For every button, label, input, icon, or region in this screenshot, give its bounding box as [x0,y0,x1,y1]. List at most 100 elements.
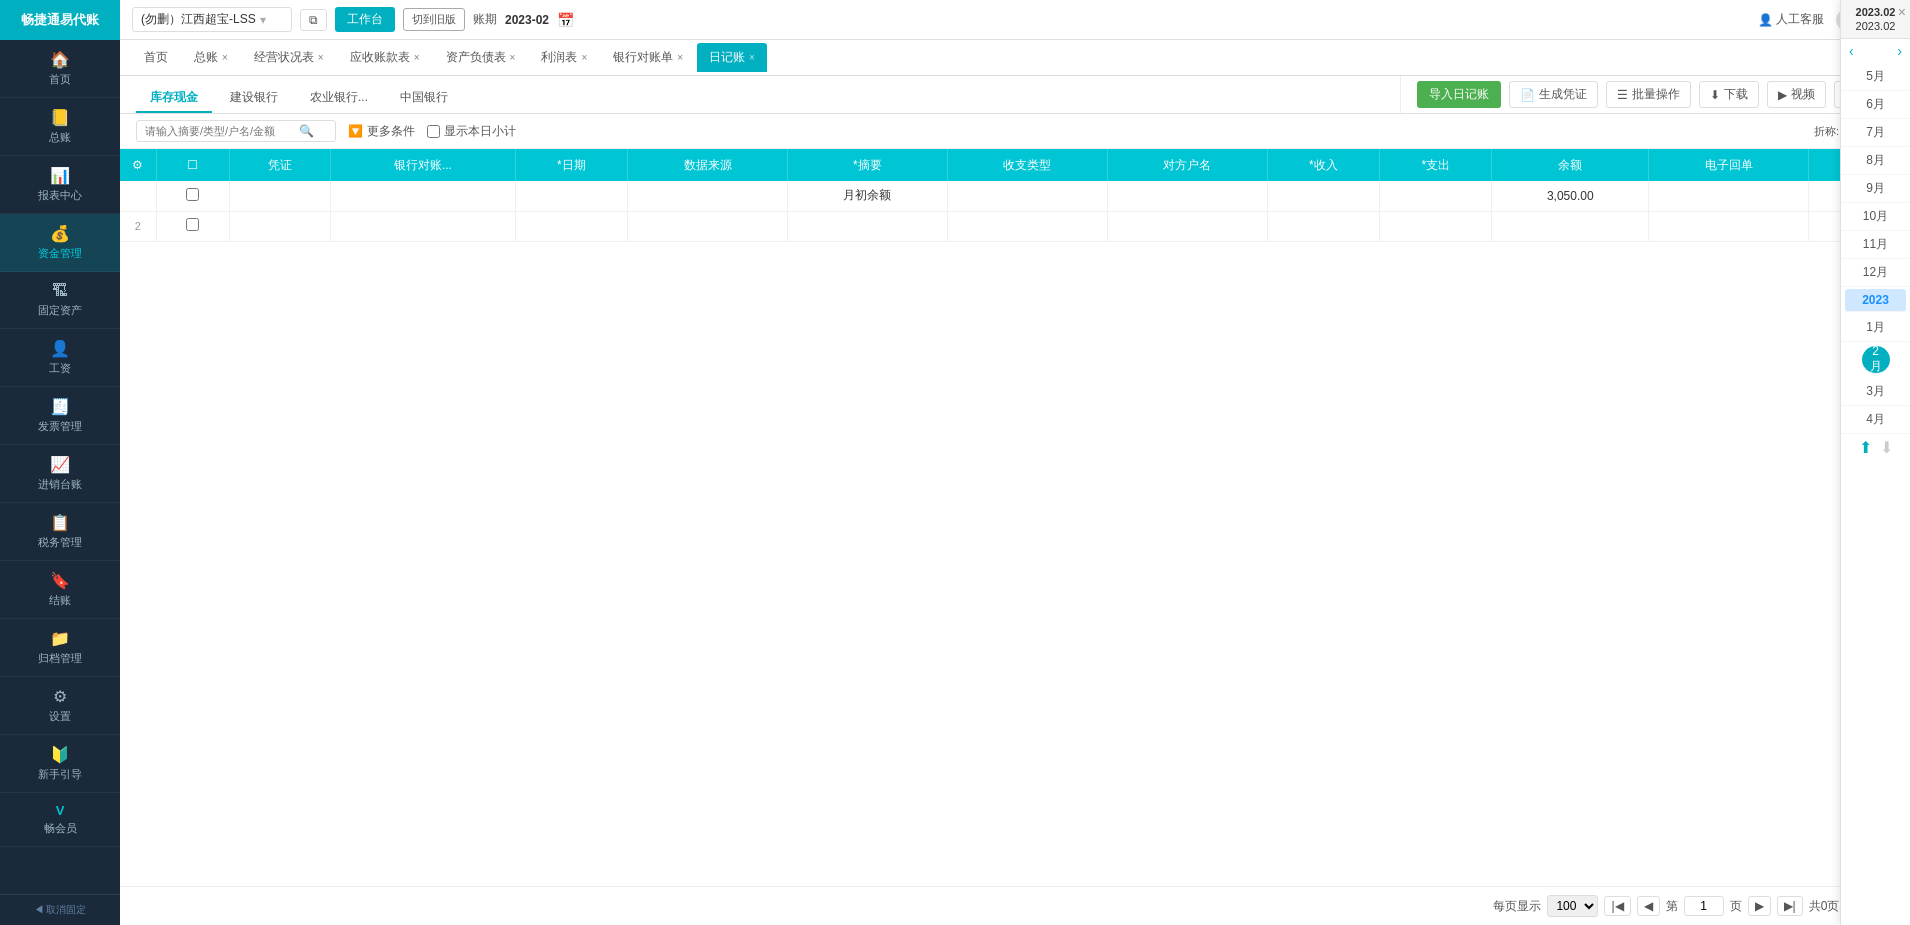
tab-balance-sheet-close[interactable]: × [510,52,516,63]
sidebar-item-archive[interactable]: 📁 归档管理 [0,619,120,677]
more-conditions-btn[interactable]: 🔽 更多条件 [348,123,415,140]
prev-year-btn[interactable]: ‹ [1849,43,1854,59]
filter-bar: 🔍 🔽 更多条件 显示本日小计 折称: 人民币 [120,114,1910,149]
scroll-up-btn[interactable]: ⬆ [1859,438,1872,457]
tab-home-label: 首页 [144,49,168,66]
month-4[interactable]: 4月 [1841,406,1910,434]
sidebar-item-assets[interactable]: 🏗 固定资产 [0,272,120,329]
bank-tab-cash[interactable]: 库存现金 [136,84,212,113]
sidebar-item-closing[interactable]: 🔖 结账 [0,561,120,619]
tab-profit-close[interactable]: × [581,52,587,63]
sidebar-item-assets-label: 固定资产 [38,303,82,318]
sidebar-item-guide-label: 新手引导 [38,767,82,782]
sidebar-item-member-label: 畅会员 [44,821,77,836]
next-year-btn[interactable]: › [1897,43,1902,59]
scroll-down-btn[interactable]: ⬇ [1880,438,1893,457]
download-btn[interactable]: ⬇ 下载 [1699,81,1759,108]
tab-receivable[interactable]: 应收账款表 × [338,43,432,72]
worktable-btn[interactable]: 工作台 [335,7,395,32]
tab-receivable-close[interactable]: × [414,52,420,63]
video-btn[interactable]: ▶ 视频 [1767,81,1826,108]
month-8[interactable]: 8月 [1841,147,1910,175]
sidebar-item-sales[interactable]: 📈 进销台账 [0,445,120,503]
sidebar-item-member[interactable]: V 畅会员 [0,793,120,847]
per-page-select[interactable]: 100 20 50 200 [1547,895,1598,917]
row1-checkbox[interactable] [156,181,230,211]
currency-label: 折称: [1814,124,1839,139]
filter-icon: 🔽 [348,124,363,138]
sidebar-collapse-btn[interactable]: ◀ 取消固定 [0,894,120,925]
row2-balance [1492,211,1649,241]
tab-business-label: 经营状况表 [254,49,314,66]
tab-ledger-close[interactable]: × [222,52,228,63]
row1-date [515,181,627,211]
row1-check[interactable] [186,188,199,201]
month-1[interactable]: 1月 [1841,314,1910,342]
sidebar-item-settings[interactable]: ⚙ 设置 [0,677,120,735]
row2-counterpart [1107,211,1267,241]
tab-business-close[interactable]: × [318,52,324,63]
tab-ledger[interactable]: 总账 × [182,43,240,72]
calendar-icon[interactable]: 📅 [557,12,574,28]
row2-checkbox[interactable] [156,211,230,241]
month-12[interactable]: 12月 [1841,259,1910,287]
toolbar: 导入日记账 📄 生成凭证 ☰ 批量操作 ⬇ 下载 ▶ 视频 [1400,76,1910,113]
sidebar-item-ledger-label: 总账 [49,130,71,145]
bank-tab-china[interactable]: 中国银行 [386,84,462,113]
month-11[interactable]: 11月 [1841,231,1910,259]
month-3[interactable]: 3月 [1841,378,1910,406]
last-page-btn[interactable]: ▶| [1777,896,1803,916]
bank-tab-agricultural[interactable]: 农业银行... [296,84,382,113]
first-page-btn[interactable]: |◀ [1604,896,1630,916]
tab-business[interactable]: 经营状况表 × [242,43,336,72]
tab-bank-reconcile-close[interactable]: × [677,52,683,63]
sidebar-item-guide[interactable]: 🔰 新手引导 [0,735,120,793]
sidebar-item-home[interactable]: 🏠 首页 [0,40,120,98]
month-6[interactable]: 6月 [1841,91,1910,119]
row2-check[interactable] [186,218,199,231]
generate-voucher-btn[interactable]: 📄 生成凭证 [1509,81,1598,108]
next-page-btn[interactable]: ▶ [1748,896,1771,916]
sidebar-item-reports[interactable]: 📊 报表中心 [0,156,120,214]
date-panel-close-btn[interactable]: × [1898,4,1906,20]
sidebar-item-tax[interactable]: 📋 税务管理 [0,503,120,561]
tab-balance-sheet[interactable]: 资产负债表 × [434,43,528,72]
month-9[interactable]: 9月 [1841,175,1910,203]
search-box[interactable]: 🔍 [136,120,336,142]
sidebar-item-ledger[interactable]: 📒 总账 [0,98,120,156]
bank-tab-construction[interactable]: 建设银行 [216,84,292,113]
month-10[interactable]: 10月 [1841,203,1910,231]
reports-icon: 📊 [50,166,70,185]
tab-journal-close[interactable]: × [749,52,755,63]
tab-bank-reconcile[interactable]: 银行对账单 × [601,43,695,72]
sidebar-item-invoice[interactable]: 🧾 发票管理 [0,387,120,445]
app-logo: 畅捷通易代账 [0,0,120,40]
tab-profit[interactable]: 利润表 × [529,43,599,72]
prev-page-btn[interactable]: ◀ [1637,896,1660,916]
tab-home[interactable]: 首页 [132,43,180,72]
company-selector[interactable]: (勿删）江西超宝-LSS ▾ [132,7,292,32]
sidebar-item-salary[interactable]: 👤 工资 [0,329,120,387]
show-today-checkbox[interactable] [427,125,440,138]
old-version-btn[interactable]: 切到旧版 [403,8,465,31]
col-checkbox[interactable]: ☐ [156,149,230,181]
current-page-input[interactable] [1684,896,1724,916]
copy-btn[interactable]: ⧉ [300,9,327,31]
col-settings[interactable]: ⚙ [120,149,156,181]
support-btn[interactable]: 👤 人工客服 [1758,11,1824,28]
month-2[interactable]: 2月 [1862,346,1890,374]
row2-date [515,211,627,241]
month-7[interactable]: 7月 [1841,119,1910,147]
col-balance: 余额 [1492,149,1649,181]
import-journal-btn[interactable]: 导入日记账 [1417,81,1501,108]
journal-table: ⚙ ☐ 凭证 银行对账... *日期 数据来源 *摘要 收支类型 对方户名 *收… [120,149,1910,242]
show-today-checkbox-label[interactable]: 显示本日小计 [427,123,516,140]
bank-tab-construction-label: 建设银行 [230,90,278,104]
search-input[interactable] [145,125,295,137]
tab-journal[interactable]: 日记账 × [697,43,767,72]
month-5[interactable]: 5月 [1841,63,1910,91]
batch-operation-btn[interactable]: ☰ 批量操作 [1606,81,1691,108]
col-data-source: 数据来源 [628,149,788,181]
sidebar-item-finance[interactable]: 💰 资金管理 [0,214,120,272]
settings-icon: ⚙ [53,687,67,706]
